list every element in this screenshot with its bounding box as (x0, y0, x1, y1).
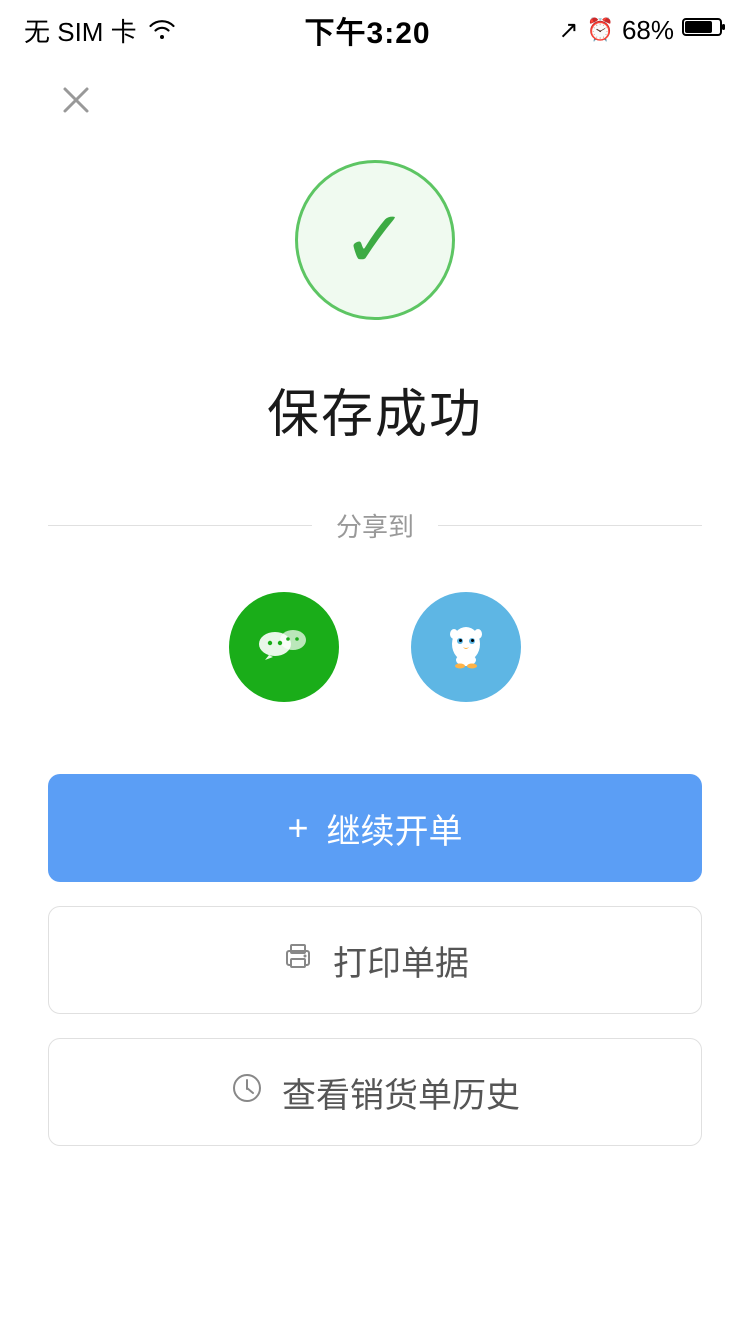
divider-left (48, 525, 312, 526)
history-label: 查看销货单历史 (282, 1068, 520, 1117)
divider-row: 分享到 (0, 507, 750, 544)
qq-share-button[interactable] (411, 592, 521, 702)
wifi-icon (147, 15, 177, 46)
alarm-icon: ⏰ (587, 17, 614, 43)
location-icon: ↗ (558, 16, 578, 45)
history-button[interactable]: 查看销货单历史 (48, 1038, 702, 1146)
battery-percent: 68% (622, 15, 674, 46)
no-sim-text: 无 SIM 卡 (24, 12, 137, 49)
share-label: 分享到 (312, 507, 438, 544)
divider-right (438, 525, 702, 526)
continue-button[interactable]: + 继续开单 (48, 774, 702, 882)
print-button[interactable]: 打印单据 (48, 906, 702, 1014)
main-content: ✓ 保存成功 分享到 (0, 60, 750, 1146)
print-icon (281, 939, 315, 982)
wechat-share-button[interactable] (229, 592, 339, 702)
share-section: 分享到 (0, 507, 750, 702)
battery-icon (682, 16, 726, 45)
status-bar: 无 SIM 卡 下午3:20 ↗ ⏰ 68% (0, 0, 750, 60)
share-icons-row (229, 592, 521, 702)
actions-section: + 继续开单 打印单据 (0, 774, 750, 1146)
checkmark-icon: ✓ (341, 200, 408, 280)
print-label: 打印单据 (333, 936, 469, 985)
clock-icon (230, 1071, 264, 1114)
close-button[interactable] (48, 72, 104, 128)
status-right: ↗ ⏰ 68% (558, 15, 726, 46)
success-circle: ✓ (295, 160, 455, 320)
status-left: 无 SIM 卡 (24, 12, 177, 49)
continue-label: 继续开单 (327, 804, 463, 853)
plus-icon: + (287, 807, 308, 849)
status-time: 下午3:20 (305, 8, 431, 52)
success-title: 保存成功 (267, 372, 483, 447)
